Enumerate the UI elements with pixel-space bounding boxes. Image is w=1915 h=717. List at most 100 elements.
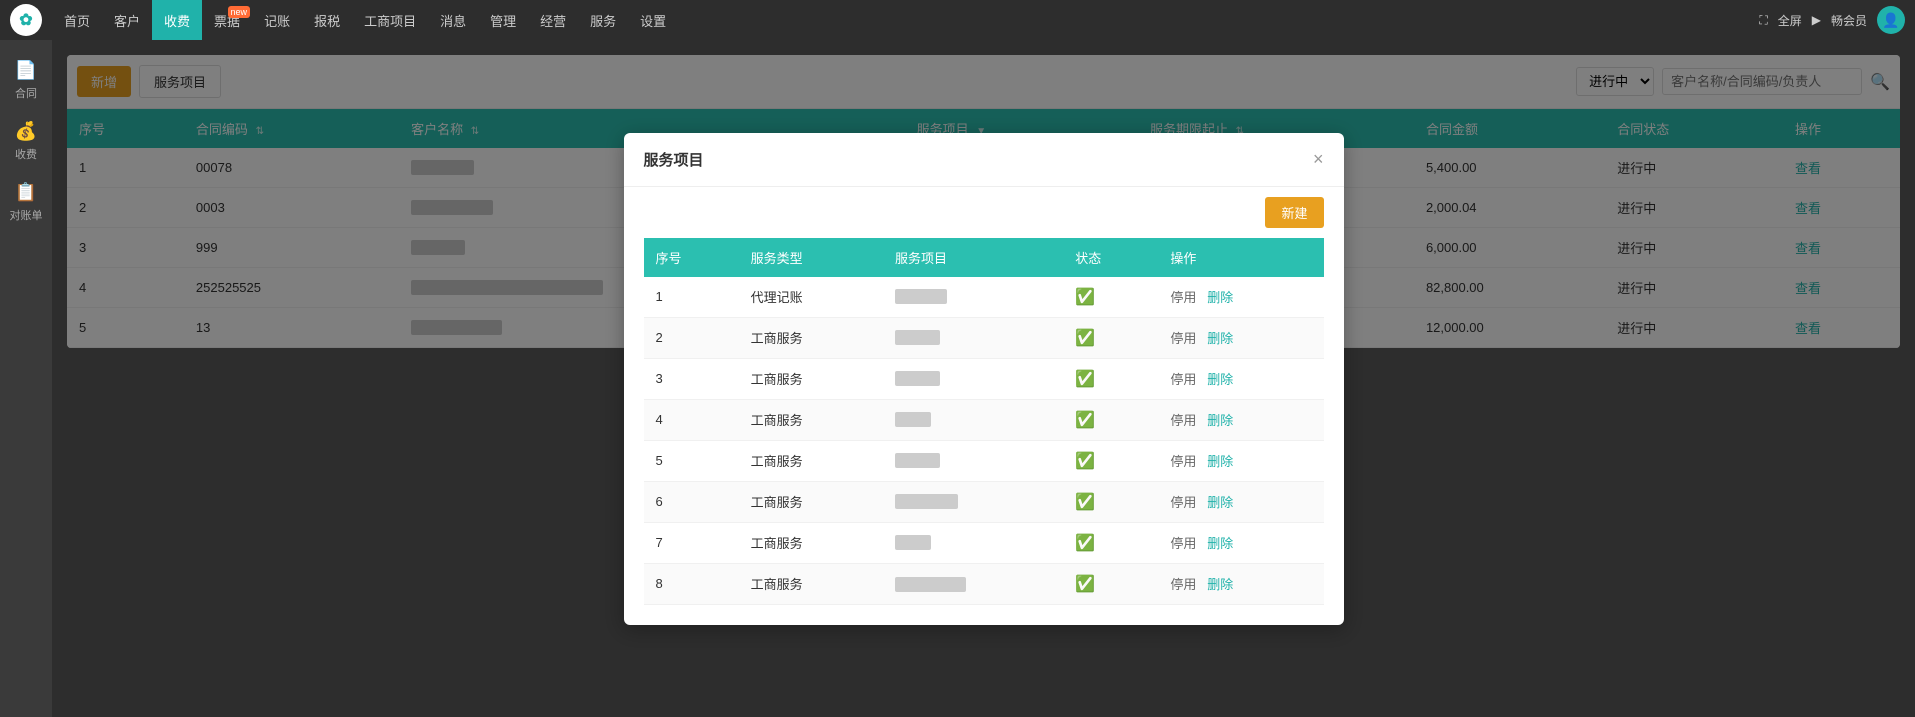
modal-cell-project: ████注册 (883, 563, 1063, 604)
member-label[interactable]: 畅会员 (1831, 12, 1867, 29)
modal-cell-actions: 停用 删除 (1158, 317, 1323, 358)
delete-button[interactable]: 删除 (1207, 413, 1233, 428)
left-sidebar: 📄 合同 💰 收费 📋 对账单 (0, 40, 52, 717)
modal-col-status: 状态 (1063, 238, 1158, 277)
status-check-icon: ✅ (1075, 576, 1095, 593)
modal-cell-seq: 7 (644, 522, 739, 563)
modal-cell-type: 工商服务 (739, 481, 883, 522)
modal-col-action: 操作 (1158, 238, 1323, 277)
nav-item-gongshang[interactable]: 工商项目 (352, 0, 428, 40)
modal-cell-status: ✅ (1063, 317, 1158, 358)
modal-title: 服务项目 (644, 149, 704, 170)
stop-button[interactable]: 停用 (1170, 577, 1196, 592)
delete-button[interactable]: 删除 (1207, 290, 1233, 305)
nav-item-home[interactable]: 首页 (52, 0, 102, 40)
modal-table-row: 7 工商服务 ███ ✅ 停用 删除 (644, 522, 1324, 563)
modal-body: 序号 服务类型 服务项目 状态 操作 1 代理记账 ████1 ✅ 停用 (624, 238, 1344, 625)
stop-button[interactable]: 停用 (1170, 454, 1196, 469)
fullscreen-icon[interactable]: ⛶ (1759, 13, 1767, 28)
delete-button[interactable]: 删除 (1207, 454, 1233, 469)
nav-item-piaoju[interactable]: 票据 new (202, 0, 252, 40)
app-logo: ✿ (10, 4, 42, 36)
modal-col-project: 服务项目 (883, 238, 1063, 277)
modal-cell-actions: 停用 删除 (1158, 563, 1323, 604)
stop-button[interactable]: 停用 (1170, 413, 1196, 428)
modal-toolbar: 新建 (624, 187, 1344, 238)
modal-cell-type: 工商服务 (739, 317, 883, 358)
nav-item-customer[interactable]: 客户 (102, 0, 152, 40)
modal-cell-project: ███ (883, 399, 1063, 440)
new-badge: new (228, 6, 251, 18)
modal-cell-actions: 停用 删除 (1158, 440, 1323, 481)
modal-cell-project: ████1 (883, 277, 1063, 318)
delete-button[interactable]: 删除 (1207, 536, 1233, 551)
stop-button[interactable]: 停用 (1170, 495, 1196, 510)
modal-new-button[interactable]: 新建 (1265, 197, 1323, 228)
modal-table-row: 1 代理记账 ████1 ✅ 停用 删除 (644, 277, 1324, 318)
modal-cell-seq: 1 (644, 277, 739, 318)
nav-item-shoufei[interactable]: 收费 (152, 0, 202, 40)
modal-table-row: 5 工商服务 ████ ✅ 停用 删除 (644, 440, 1324, 481)
modal-cell-seq: 8 (644, 563, 739, 604)
nav-item-jizhang[interactable]: 记账 (252, 0, 302, 40)
fullscreen-label: 全屏 (1778, 12, 1802, 29)
sidebar-label-contract: 合同 (15, 85, 37, 101)
modal-cell-status: ✅ (1063, 440, 1158, 481)
stop-button[interactable]: 停用 (1170, 536, 1196, 551)
modal-cell-actions: 停用 删除 (1158, 522, 1323, 563)
modal-cell-actions: 停用 删除 (1158, 399, 1323, 440)
nav-item-service[interactable]: 服务 (578, 0, 628, 40)
nav-item-message[interactable]: 消息 (428, 0, 478, 40)
status-check-icon: ✅ (1075, 371, 1095, 388)
nav-item-settings[interactable]: 设置 (628, 0, 678, 40)
stop-button[interactable]: 停用 (1170, 372, 1196, 387)
modal-cell-status: ✅ (1063, 522, 1158, 563)
top-navigation: ✿ 首页 客户 收费 票据 new 记账 报税 工商项目 消息 管理 经营 服务… (0, 0, 1915, 40)
modal-cell-seq: 6 (644, 481, 739, 522)
duizhang-icon: 📋 (15, 182, 37, 203)
modal-cell-seq: 2 (644, 317, 739, 358)
modal-cell-type: 代理记账 (739, 277, 883, 318)
modal-cell-actions: 停用 删除 (1158, 481, 1323, 522)
sidebar-item-duizhang[interactable]: 📋 对账单 (0, 172, 52, 233)
status-check-icon: ✅ (1075, 494, 1095, 511)
modal-cell-actions: 停用 删除 (1158, 277, 1323, 318)
sidebar-item-shoufei[interactable]: 💰 收费 (0, 111, 52, 172)
modal-col-seq: 序号 (644, 238, 739, 277)
modal-cell-type: 工商服务 (739, 399, 883, 440)
sidebar-label-duizhang: 对账单 (10, 207, 43, 223)
modal-close-button[interactable]: × (1313, 150, 1324, 168)
modal-cell-project: ████ (883, 440, 1063, 481)
modal-table-row: 3 工商服务 ████ ✅ 停用 删除 (644, 358, 1324, 399)
modal-header-row: 序号 服务类型 服务项目 状态 操作 (644, 238, 1324, 277)
nav-item-jingying[interactable]: 经营 (528, 0, 578, 40)
modal-cell-seq: 4 (644, 399, 739, 440)
modal-cell-type: 工商服务 (739, 522, 883, 563)
modal-cell-type: 工商服务 (739, 440, 883, 481)
status-check-icon: ✅ (1075, 289, 1095, 306)
stop-button[interactable]: 停用 (1170, 290, 1196, 305)
delete-button[interactable]: 删除 (1207, 577, 1233, 592)
sidebar-item-contract[interactable]: 📄 合同 (0, 50, 52, 111)
status-check-icon: ✅ (1075, 535, 1095, 552)
modal-cell-actions: 停用 删除 (1158, 358, 1323, 399)
modal-table-row: 4 工商服务 ███ ✅ 停用 删除 (644, 399, 1324, 440)
modal-overlay: 服务项目 × 新建 序号 服务类型 服务项目 状态 操作 1 (52, 40, 1915, 717)
sidebar-label-shoufei: 收费 (15, 146, 37, 162)
nav-item-baoshui[interactable]: 报税 (302, 0, 352, 40)
delete-button[interactable]: 删除 (1207, 495, 1233, 510)
modal-table-row: 8 工商服务 ████注册 ✅ 停用 删除 (644, 563, 1324, 604)
modal-cell-seq: 5 (644, 440, 739, 481)
modal-table-row: 6 工商服务 ██████ ✅ 停用 删除 (644, 481, 1324, 522)
modal-cell-status: ✅ (1063, 358, 1158, 399)
delete-button[interactable]: 删除 (1207, 331, 1233, 346)
modal-cell-project: ███ (883, 522, 1063, 563)
contract-icon: 📄 (15, 60, 37, 81)
service-items-modal: 服务项目 × 新建 序号 服务类型 服务项目 状态 操作 1 (624, 133, 1344, 625)
stop-button[interactable]: 停用 (1170, 331, 1196, 346)
modal-cell-status: ✅ (1063, 399, 1158, 440)
video-icon: ▶ (1812, 13, 1821, 27)
avatar[interactable]: 👤 (1877, 6, 1905, 34)
delete-button[interactable]: 删除 (1207, 372, 1233, 387)
nav-item-manage[interactable]: 管理 (478, 0, 528, 40)
